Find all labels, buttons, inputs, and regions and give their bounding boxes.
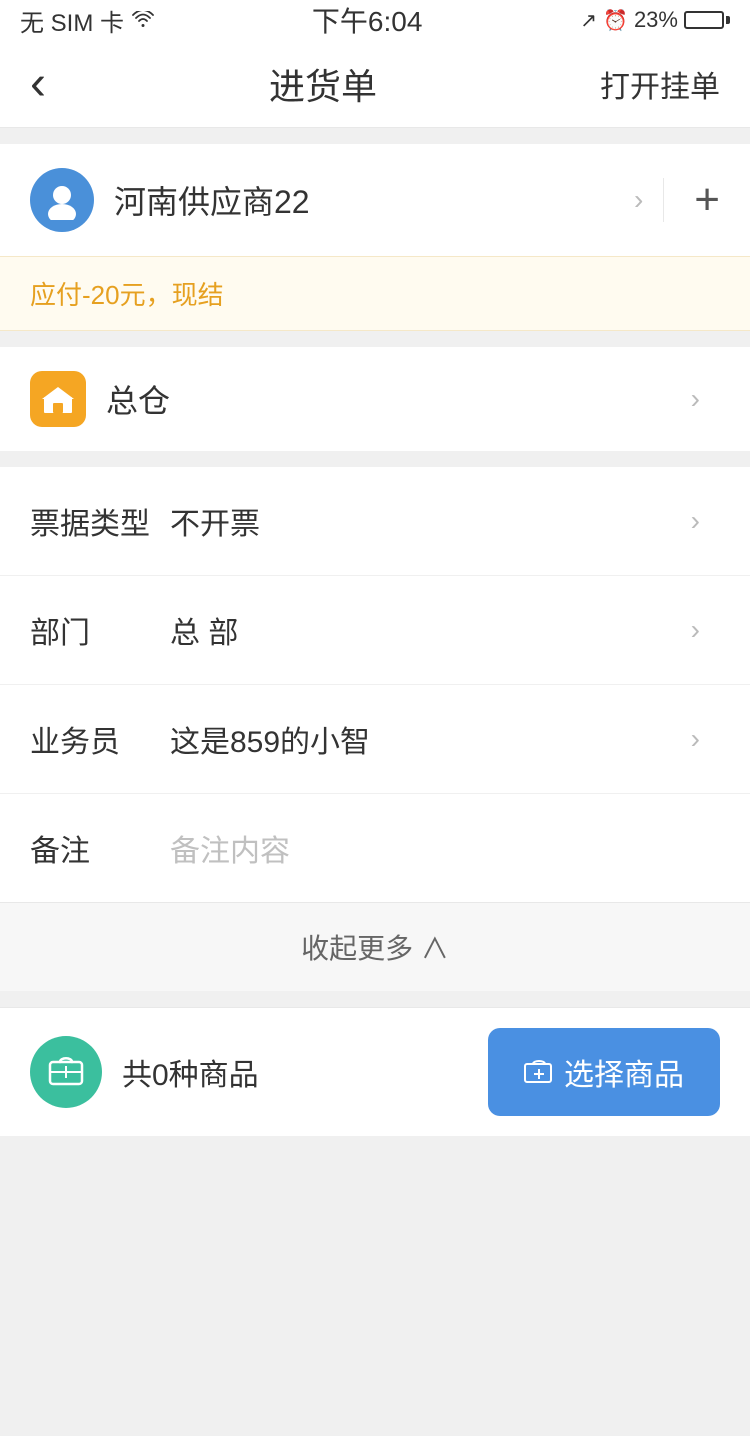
invoice-value: 不开票 [170, 499, 691, 543]
supplier-name: 河南供应商22 [114, 177, 634, 223]
supplier-chevron-icon: › [634, 184, 643, 216]
nav-title: 进货单 [269, 58, 377, 110]
vertical-divider [663, 178, 664, 222]
form-row-invoice[interactable]: 票据类型 不开票 › [0, 467, 750, 575]
salesperson-value: 这是859的小智 [170, 717, 691, 761]
department-label: 部门 [30, 608, 170, 652]
battery-pct: 23% [634, 7, 678, 33]
invoice-label: 票据类型 [30, 499, 170, 543]
notice-bar: 应付-20元，现结 [0, 256, 750, 331]
status-right: ↗ ⏰ 23% [580, 7, 730, 33]
form-row-department[interactable]: 部门 总 部 › [0, 575, 750, 684]
notice-text: 应付-20元，现结 [30, 280, 224, 310]
salesperson-chevron-icon: › [691, 723, 700, 755]
remark-placeholder[interactable]: 备注内容 [170, 826, 720, 870]
section-gap-1 [0, 128, 750, 144]
supplier-section: 河南供应商22 › + 应付-20元，现结 [0, 144, 750, 331]
page-bg [0, 1136, 750, 1436]
supplier-avatar [30, 168, 94, 232]
select-goods-button[interactable]: 选择商品 [488, 1028, 720, 1116]
open-pending-button[interactable]: 打开挂单 [600, 62, 720, 106]
warehouse-icon [30, 371, 86, 427]
location-icon: ↗ [580, 8, 597, 33]
section-gap-2 [0, 331, 750, 347]
wifi-icon [132, 7, 154, 33]
warehouse-row[interactable]: 总仓 › [0, 347, 750, 451]
salesperson-label: 业务员 [30, 717, 170, 761]
product-icon [30, 1036, 102, 1108]
warehouse-chevron-icon: › [691, 383, 700, 415]
invoice-chevron-icon: › [691, 505, 700, 537]
status-left: 无 SIM 卡 [20, 3, 154, 38]
department-value: 总 部 [170, 608, 691, 652]
product-bar: 共0种商品 选择商品 [0, 1007, 750, 1136]
select-goods-label: 选择商品 [564, 1050, 684, 1094]
remark-label: 备注 [30, 826, 170, 870]
status-bar: 无 SIM 卡 下午6:04 ↗ ⏰ 23% [0, 0, 750, 40]
form-row-salesperson[interactable]: 业务员 这是859的小智 › [0, 684, 750, 793]
form-row-remark[interactable]: 备注 备注内容 [0, 793, 750, 902]
alarm-icon: ⏰ [603, 8, 628, 33]
back-button[interactable]: ‹ [30, 56, 46, 111]
warehouse-name: 总仓 [106, 376, 691, 422]
warehouse-section: 总仓 › [0, 347, 750, 451]
product-count: 共0种商品 [122, 1050, 488, 1094]
content: 河南供应商22 › + 应付-20元，现结 总仓 › [0, 128, 750, 1436]
battery-icon [684, 11, 730, 29]
collapse-label: 收起更多 ∧ [301, 933, 449, 964]
form-section: 票据类型 不开票 › 部门 总 部 › 业务员 这是859的小智 › 备注 备注… [0, 467, 750, 991]
nav-bar: ‹ 进货单 打开挂单 [0, 40, 750, 128]
add-supplier-button[interactable]: + [694, 178, 720, 222]
collapse-bar[interactable]: 收起更多 ∧ [0, 902, 750, 991]
carrier-label: 无 SIM 卡 [20, 3, 124, 38]
supplier-row[interactable]: 河南供应商22 › + [0, 144, 750, 256]
status-time: 下午6:04 [312, 0, 423, 40]
section-gap-3 [0, 451, 750, 467]
department-chevron-icon: › [691, 614, 700, 646]
